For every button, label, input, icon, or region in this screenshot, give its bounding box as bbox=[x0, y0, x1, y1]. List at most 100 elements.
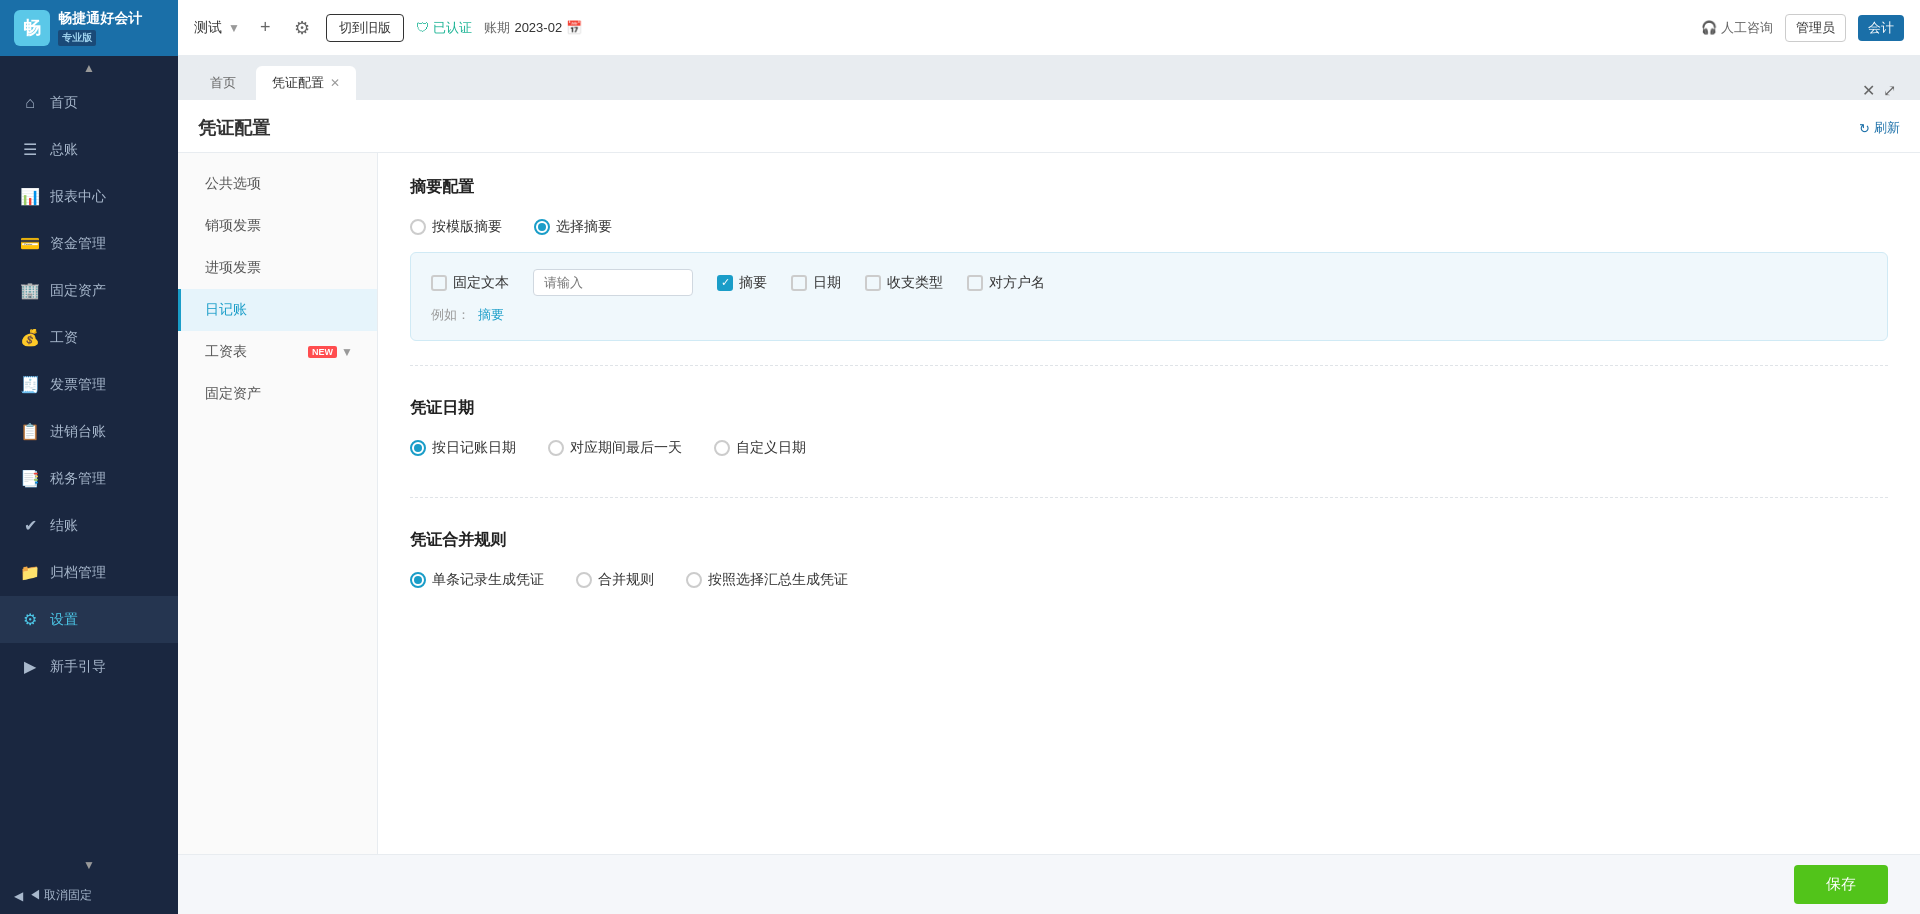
scroll-up-arrow[interactable]: ▲ bbox=[0, 56, 178, 80]
payroll-expand-icon[interactable]: ▼ bbox=[341, 345, 353, 359]
sidebar-item-label: 工资 bbox=[50, 329, 78, 347]
user-button[interactable]: 管理员 bbox=[1785, 14, 1846, 42]
cancel-fixed-button[interactable]: ◀ ◀ 取消固定 bbox=[0, 877, 178, 914]
date-label: 日期 bbox=[813, 274, 841, 292]
sidebar-item-ledger[interactable]: ☰ 总账 bbox=[0, 126, 178, 173]
summary-radio-group: 按模版摘要 选择摘要 bbox=[410, 218, 1888, 236]
summary-checkbox: ✓ bbox=[717, 275, 733, 291]
headset-icon: 🎧 bbox=[1701, 20, 1717, 35]
counterpart-label: 对方户名 bbox=[989, 274, 1045, 292]
logo-title: 畅捷通好会计 bbox=[58, 10, 142, 28]
sidebar-item-label: 进销台账 bbox=[50, 423, 106, 441]
radio-select-summary[interactable]: 选择摘要 bbox=[534, 218, 612, 236]
calendar-icon[interactable]: 📅 bbox=[566, 20, 582, 35]
accountant-button[interactable]: 会计 bbox=[1858, 15, 1904, 41]
sidebar-item-label: 报表中心 bbox=[50, 188, 106, 206]
period-last-circle bbox=[548, 440, 564, 456]
project-dropdown-icon[interactable]: ▼ bbox=[228, 21, 240, 35]
checkbox-counterpart[interactable]: 对方户名 bbox=[967, 274, 1045, 292]
sidebar-item-archive[interactable]: 📁 归档管理 bbox=[0, 549, 178, 596]
cancel-fixed-icon: ◀ bbox=[14, 889, 23, 903]
sidebar-nav: ⌂ 首页 ☰ 总账 📊 报表中心 💳 资金管理 🏢 固定资产 bbox=[0, 80, 178, 853]
main-area: 测试 ▼ + ⚙ 切到旧版 🛡 已认证 账期 2023-02 📅 🎧 人工咨询 bbox=[178, 0, 1920, 914]
tax-icon: 📑 bbox=[20, 469, 40, 488]
nav-item-payroll-table[interactable]: 工资表 NEW ▼ bbox=[178, 331, 377, 373]
sidebar-item-home[interactable]: ⌂ 首页 bbox=[0, 80, 178, 126]
nav-item-fixed-assets[interactable]: 固定资产 bbox=[178, 373, 377, 415]
summary-example: 例如： 摘要 bbox=[431, 306, 1867, 324]
journal-date-label: 按日记账日期 bbox=[432, 439, 516, 457]
consult-button[interactable]: 🎧 人工咨询 bbox=[1701, 19, 1773, 37]
radio-merge[interactable]: 合并规则 bbox=[576, 571, 654, 589]
refresh-icon: ↻ bbox=[1859, 121, 1870, 136]
sidebar-item-label: 税务管理 bbox=[50, 470, 106, 488]
income-type-label: 收支类型 bbox=[887, 274, 943, 292]
refresh-button[interactable]: ↻ 刷新 bbox=[1859, 119, 1900, 137]
refresh-label: 刷新 bbox=[1874, 119, 1900, 137]
sidebar-item-label: 发票管理 bbox=[50, 376, 106, 394]
sidebar-item-label: 固定资产 bbox=[50, 282, 106, 300]
voucher-date-title: 凭证日期 bbox=[410, 398, 1888, 419]
summary-options: 固定文本 ✓ 摘要 日期 bbox=[431, 269, 1867, 296]
tab-close-button[interactable]: ✕ bbox=[330, 76, 340, 90]
single-label: 单条记录生成凭证 bbox=[432, 571, 544, 589]
sidebar-item-assets[interactable]: 🏢 固定资产 bbox=[0, 267, 178, 314]
save-button[interactable]: 保存 bbox=[1794, 865, 1888, 904]
nav-item-purchase-invoice[interactable]: 进项发票 bbox=[178, 247, 377, 289]
radio-select-label: 选择摘要 bbox=[556, 218, 612, 236]
sidebar-item-settings[interactable]: ⚙ 设置 bbox=[0, 596, 178, 643]
add-button[interactable]: + bbox=[252, 13, 279, 42]
checkout-icon: ✔ bbox=[20, 516, 40, 535]
report-icon: 📊 bbox=[20, 187, 40, 206]
date-checkbox bbox=[791, 275, 807, 291]
sidebar-item-capital[interactable]: 💳 资金管理 bbox=[0, 220, 178, 267]
sidebar-item-report[interactable]: 📊 报表中心 bbox=[0, 173, 178, 220]
nav-item-journal[interactable]: 日记账 bbox=[178, 289, 377, 331]
radio-template-circle bbox=[410, 219, 426, 235]
sales-icon: 📋 bbox=[20, 422, 40, 441]
radio-period-last[interactable]: 对应期间最后一天 bbox=[548, 439, 682, 457]
home-icon: ⌂ bbox=[20, 94, 40, 112]
page-title: 凭证配置 bbox=[198, 116, 270, 140]
example-label: 例如： bbox=[431, 307, 470, 322]
merge-rules-radio-group: 单条记录生成凭证 合并规则 按照选择汇总生成凭证 bbox=[410, 571, 1888, 589]
salary-icon: 💰 bbox=[20, 328, 40, 347]
checkbox-income-type[interactable]: 收支类型 bbox=[865, 274, 943, 292]
radio-select-summary-generate[interactable]: 按照选择汇总生成凭证 bbox=[686, 571, 848, 589]
sidebar-item-label: 总账 bbox=[50, 141, 78, 159]
sidebar-item-salary[interactable]: 💰 工资 bbox=[0, 314, 178, 361]
archive-icon: 📁 bbox=[20, 563, 40, 582]
right-panel: 摘要配置 按模版摘要 选择摘要 bbox=[378, 153, 1920, 854]
fixed-text-input[interactable] bbox=[533, 269, 693, 296]
summary-section-title: 摘要配置 bbox=[410, 177, 1888, 198]
checkbox-fixed-text[interactable]: 固定文本 bbox=[431, 274, 509, 292]
voucher-date-section: 凭证日期 按日记账日期 对应期间最后一天 bbox=[410, 398, 1888, 498]
period-label: 账期 bbox=[484, 19, 510, 37]
nav-item-sales-invoice[interactable]: 销项发票 bbox=[178, 205, 377, 247]
summary-label: 摘要 bbox=[739, 274, 767, 292]
certified-label: 已认证 bbox=[433, 19, 472, 37]
sidebar-item-sales[interactable]: 📋 进销台账 bbox=[0, 408, 178, 455]
content-body: 公共选项 销项发票 进项发票 日记账 工资表 NEW ▼ 固定资产 bbox=[178, 153, 1920, 854]
sidebar-item-checkout[interactable]: ✔ 结账 bbox=[0, 502, 178, 549]
expand-icon[interactable]: ⤢ bbox=[1883, 81, 1896, 100]
sidebar-item-tax[interactable]: 📑 税务管理 bbox=[0, 455, 178, 502]
settings-button[interactable]: ⚙ bbox=[286, 13, 318, 43]
tab-home[interactable]: 首页 bbox=[194, 66, 252, 100]
checkbox-date[interactable]: 日期 bbox=[791, 274, 841, 292]
checkbox-summary[interactable]: ✓ 摘要 bbox=[717, 274, 767, 292]
radio-template-label: 按模版摘要 bbox=[432, 218, 502, 236]
left-nav: 公共选项 销项发票 进项发票 日记账 工资表 NEW ▼ 固定资产 bbox=[178, 153, 378, 854]
tab-voucher-config[interactable]: 凭证配置 ✕ bbox=[256, 66, 356, 100]
tab-close-icon[interactable]: ✕ bbox=[1862, 81, 1875, 100]
sidebar-item-guide[interactable]: ▶ 新手引导 bbox=[0, 643, 178, 690]
merge-label: 合并规则 bbox=[598, 571, 654, 589]
switch-version-button[interactable]: 切到旧版 bbox=[326, 14, 404, 42]
scroll-down-arrow[interactable]: ▼ bbox=[0, 853, 178, 877]
nav-item-public[interactable]: 公共选项 bbox=[178, 163, 377, 205]
radio-custom-date[interactable]: 自定义日期 bbox=[714, 439, 806, 457]
sidebar-item-invoice[interactable]: 🧾 发票管理 bbox=[0, 361, 178, 408]
radio-template-summary[interactable]: 按模版摘要 bbox=[410, 218, 502, 236]
radio-single[interactable]: 单条记录生成凭证 bbox=[410, 571, 544, 589]
radio-journal-date[interactable]: 按日记账日期 bbox=[410, 439, 516, 457]
